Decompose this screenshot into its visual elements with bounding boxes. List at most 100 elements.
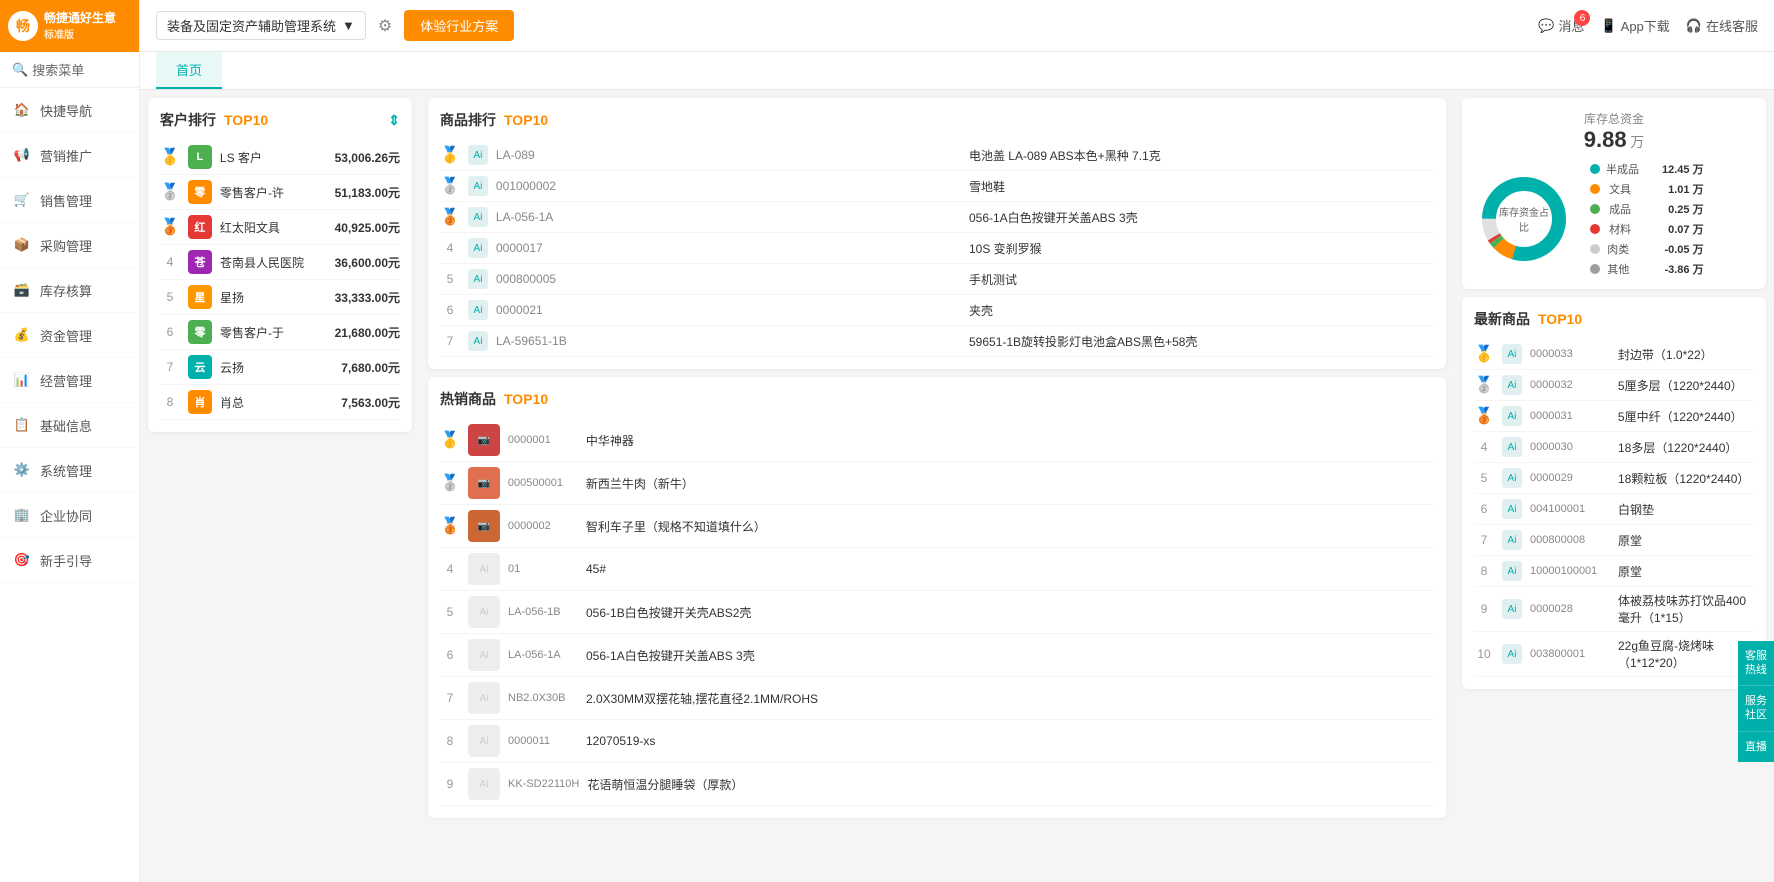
search-icon: 🔍 — [12, 62, 28, 78]
customer-rank-row: 7 云 云扬 7,680.00元 — [160, 350, 400, 385]
rank-number: 6 — [160, 325, 180, 339]
rank-number: 5 — [1474, 471, 1494, 485]
customer-name: LS 客户 — [220, 149, 327, 166]
customer-badge: 苍 — [188, 250, 212, 274]
customer-ranking-card: 客户排行 TOP10 ⇕ 🥇 L LS 客户 53,006.26元 🥈 零 零售… — [148, 98, 412, 432]
product-name: 夹壳 — [969, 302, 1434, 319]
hot-products-title: 热销商品 TOP10 — [440, 389, 1434, 409]
legend-name: 肉类 — [1607, 241, 1657, 257]
latest-product-name: 5厘多层（1220*2440） — [1618, 377, 1754, 394]
message-icon: 💬 — [1538, 18, 1554, 34]
tab-home[interactable]: 首页 — [156, 52, 222, 89]
donut-chart: 库存资金占比 — [1474, 169, 1574, 269]
app-download-label: App下载 — [1621, 16, 1670, 35]
legend-item: 成品 0.25 万 — [1590, 201, 1704, 217]
hot-product-name: 花语萌恒温分腿睡袋（厚款） — [587, 776, 1434, 793]
sidebar-item-operation[interactable]: 📊 经营管理 — [0, 358, 139, 403]
scroll-icon[interactable]: ⇕ — [388, 112, 400, 129]
customer-badge: 云 — [188, 355, 212, 379]
product-code: LA-056-1A — [496, 210, 961, 224]
sidebar-item-label: 资金管理 — [40, 326, 92, 345]
product-icon: Ai — [1502, 468, 1522, 488]
hot-product-row: 7 Ai NB2.0X30B 2.0X30MM双摆花轴,摆花直径2.1MM/RO… — [440, 677, 1434, 720]
customer-value: 51,183.00元 — [335, 184, 400, 201]
sidebar-item-guide[interactable]: 🎯 新手引导 — [0, 538, 139, 583]
latest-products-title: 最新商品 TOP10 — [1474, 309, 1754, 329]
customer-value: 21,680.00元 — [335, 324, 400, 341]
megaphone-icon: 📢 — [12, 145, 32, 165]
sidebar-item-marketing[interactable]: 📢 营销推广 — [0, 133, 139, 178]
medal-icon: 🥉 — [160, 217, 180, 237]
sidebar-item-sales[interactable]: 🛒 销售管理 — [0, 178, 139, 223]
sidebar-item-quick-nav[interactable]: 🏠 快捷导航 — [0, 88, 139, 133]
content-area: 客户排行 TOP10 ⇕ 🥇 L LS 客户 53,006.26元 🥈 零 零售… — [140, 90, 1774, 882]
legend-item: 材料 0.07 万 — [1590, 221, 1704, 237]
service-community-button[interactable]: 服务社区 — [1738, 686, 1774, 732]
customer-service-button[interactable]: 客服热线 — [1738, 641, 1774, 687]
product-image-placeholder: Ai — [468, 768, 500, 800]
medal-icon: 🥈 — [440, 176, 460, 196]
topbar: 装备及固定资产辅助管理系统 ▼ ⚙ 体验行业方案 💬 消息 6 📱 App下载 … — [140, 0, 1774, 52]
sidebar-item-finance[interactable]: 💰 资金管理 — [0, 313, 139, 358]
rank-number: 6 — [440, 648, 460, 662]
donut-label: 库存资金占比 — [1499, 204, 1549, 234]
product-icon: Ai — [1502, 530, 1522, 550]
search-menu[interactable]: 🔍 搜索菜单 — [0, 52, 139, 88]
sidebar-item-label: 经营管理 — [40, 371, 92, 390]
page-tabs: 首页 — [140, 52, 1774, 90]
product-image: 📷 — [468, 424, 500, 456]
product-icon: Ai — [1502, 499, 1522, 519]
product-icon: Ai — [1502, 644, 1522, 664]
product-icon: Ai — [468, 238, 488, 258]
online-service-button[interactable]: 🎧 在线客服 — [1686, 16, 1758, 35]
latest-products-label: 最新商品 — [1474, 309, 1530, 329]
legend-value: 1.01 万 — [1668, 181, 1703, 197]
latest-product-row: 10 Ai 003800001 22g鱼豆腐-烧烤味（1*12*20） — [1474, 632, 1754, 677]
experience-button[interactable]: 体验行业方案 — [404, 10, 514, 41]
latest-product-row: 🥇 Ai 0000033 封边带（1.0*22） — [1474, 339, 1754, 370]
product-ranking-title: 商品排行 TOP10 — [440, 110, 1434, 130]
latest-product-code: 004100001 — [1530, 503, 1610, 515]
medal-icon: 🥉 — [440, 516, 460, 536]
customer-ranking-label: 客户排行 — [160, 110, 216, 130]
messages-button[interactable]: 💬 消息 6 — [1538, 16, 1584, 35]
rank-number: 8 — [160, 395, 180, 409]
product-rank-row: 6 Ai 0000021 夹壳 — [440, 295, 1434, 326]
chevron-down-icon: ▼ — [342, 18, 355, 33]
medal-icon: 🥇 — [1474, 344, 1494, 364]
sidebar-item-label: 系统管理 — [40, 461, 92, 480]
inventory-chart-area: 库存资金占比 半成品 12.45 万 文具 1.01 万 成品 0.25 万 材… — [1474, 161, 1754, 277]
rank-number: 8 — [1474, 564, 1494, 578]
legend-dot — [1590, 164, 1600, 174]
product-rank-row: 🥉 Ai LA-056-1A 056-1A白色按键开关盖ABS 3壳 — [440, 202, 1434, 233]
live-stream-button[interactable]: 直播 — [1738, 732, 1774, 762]
latest-product-name: 5厘中纤（1220*2440） — [1618, 408, 1754, 425]
customer-top-label: TOP10 — [224, 112, 268, 128]
system-select[interactable]: 装备及固定资产辅助管理系统 ▼ — [156, 11, 366, 40]
search-label: 搜索菜单 — [32, 60, 84, 79]
medal-icon: 🥉 — [440, 207, 460, 227]
product-name: 10S 变刹罗猴 — [969, 240, 1434, 257]
product-icon: Ai — [1502, 406, 1522, 426]
right-panel: 库存总资金 9.88 万 — [1454, 90, 1774, 882]
sidebar-item-basic-info[interactable]: 📋 基础信息 — [0, 403, 139, 448]
product-rank-row: 🥈 Ai 001000002 雪地鞋 — [440, 171, 1434, 202]
sidebar-item-purchase[interactable]: 📦 采购管理 — [0, 223, 139, 268]
float-buttons: 客服热线 服务社区 直播 — [1738, 641, 1774, 762]
product-image-placeholder: Ai — [468, 596, 500, 628]
sidebar-item-inventory[interactable]: 🗃️ 库存核算 — [0, 268, 139, 313]
sidebar-item-enterprise[interactable]: 🏢 企业协同 — [0, 493, 139, 538]
settings-icon[interactable]: ⚙ — [378, 16, 392, 36]
latest-product-name: 体被荔枝味苏打饮品400毫升（1*15） — [1618, 592, 1754, 626]
customer-name: 苍南县人民医院 — [220, 254, 327, 271]
latest-top-label: TOP10 — [1538, 311, 1582, 327]
hot-top-label: TOP10 — [504, 391, 548, 407]
hot-product-name: 056-1B白色按键开关壳ABS2壳 — [586, 604, 1434, 621]
latest-product-name: 原堂 — [1618, 532, 1754, 549]
product-name: 雪地鞋 — [969, 178, 1434, 195]
app-download-button[interactable]: 📱 App下载 — [1600, 16, 1669, 35]
sidebar-item-system[interactable]: ⚙️ 系统管理 — [0, 448, 139, 493]
product-name: 电池盖 LA-089 ABS本色+黑种 7.1克 — [969, 147, 1434, 164]
rank-number: 4 — [440, 562, 460, 576]
hot-product-row: 8 Ai 0000011 12070519-xs — [440, 720, 1434, 763]
